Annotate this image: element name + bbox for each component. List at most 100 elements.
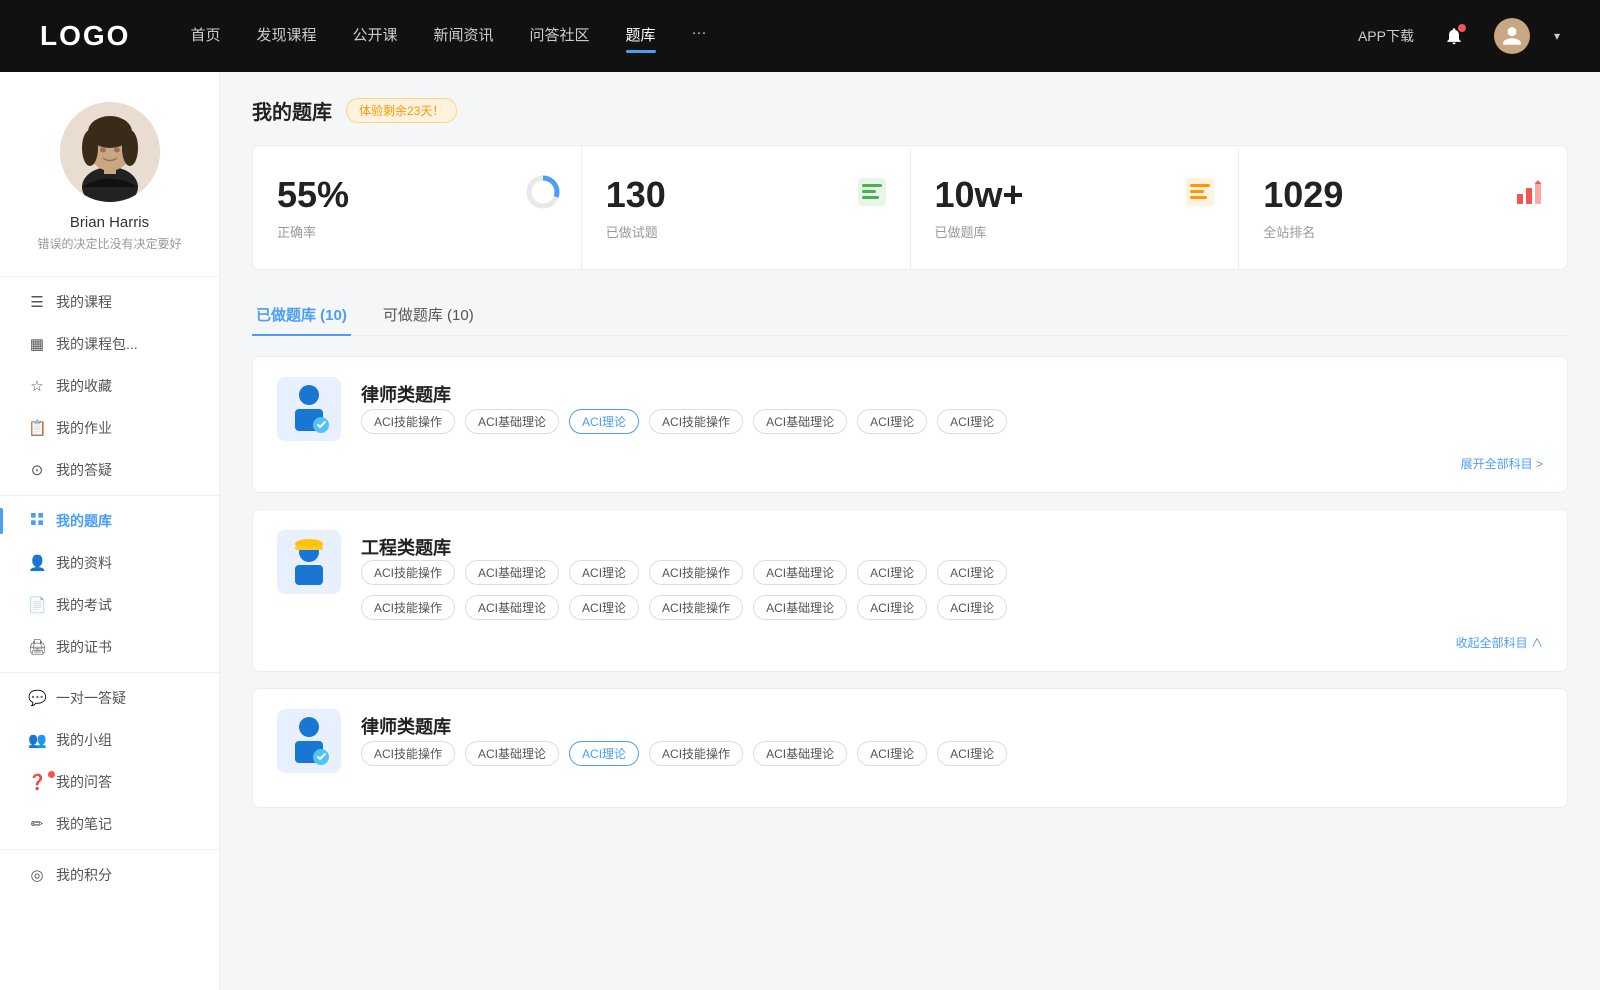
- notes-icon: ✏: [28, 815, 46, 833]
- sidebar-item-favorites[interactable]: ☆ 我的收藏: [0, 365, 219, 407]
- tag-4[interactable]: ACI基础理论: [753, 409, 847, 434]
- stat-done-questions: 130 已做试题: [582, 146, 911, 269]
- sidebar-item-exam[interactable]: 📄 我的考试: [0, 584, 219, 626]
- stat-done-banks: 10w+ 已做题库: [911, 146, 1240, 269]
- nav-news[interactable]: 新闻资讯: [434, 24, 494, 49]
- qa-icon: ⊙: [28, 461, 46, 479]
- notification-bell[interactable]: [1438, 20, 1470, 52]
- eng-tag-3[interactable]: ACI技能操作: [649, 560, 743, 585]
- qb-title-engineer: 工程类题库: [361, 530, 1543, 560]
- sidebar-label-exam: 我的考试: [56, 595, 112, 615]
- tab-available-banks[interactable]: 可做题库 (10): [379, 294, 478, 335]
- sidebar-item-profile[interactable]: 👤 我的资料: [0, 542, 219, 584]
- qb-title-lawyer-2: 律师类题库: [361, 709, 1007, 739]
- navbar: LOGO 首页 发现课程 公开课 新闻资讯 问答社区 题库 ··· APP下载 …: [0, 0, 1600, 72]
- sidebar-label-my-course: 我的课程: [56, 292, 112, 312]
- user-avatar-circle: [60, 102, 160, 202]
- l2-tag-0[interactable]: ACI技能操作: [361, 741, 455, 766]
- tag-6[interactable]: ACI理论: [937, 409, 1007, 434]
- eng-tag-0[interactable]: ACI技能操作: [361, 560, 455, 585]
- nav-open-course[interactable]: 公开课: [352, 24, 397, 49]
- course-icon: ☰: [28, 293, 46, 311]
- stat-label-done-banks: 已做题库: [935, 222, 1215, 241]
- package-icon: ▦: [28, 335, 46, 353]
- sidebar-item-homework[interactable]: 📋 我的作业: [0, 407, 219, 449]
- eng-tag-6[interactable]: ACI理论: [937, 560, 1007, 585]
- eng-tag-r2-4[interactable]: ACI基础理论: [753, 595, 847, 620]
- qb-tags-engineer-row2: ACI技能操作 ACI基础理论 ACI理论 ACI技能操作 ACI基础理论 AC…: [361, 595, 1543, 620]
- nav-discover[interactable]: 发现课程: [256, 24, 316, 49]
- stat-label-site-rank: 全站排名: [1263, 222, 1543, 241]
- l2-tag-2-selected[interactable]: ACI理论: [569, 741, 639, 766]
- tab-done-banks[interactable]: 已做题库 (10): [252, 294, 351, 335]
- app-download-button[interactable]: APP下载: [1358, 26, 1414, 46]
- eng-tag-r2-1[interactable]: ACI基础理论: [465, 595, 559, 620]
- eng-tag-r2-3[interactable]: ACI技能操作: [649, 595, 743, 620]
- tag-0[interactable]: ACI技能操作: [361, 409, 455, 434]
- sidebar-item-one-on-one[interactable]: 💬 一对一答疑: [0, 677, 219, 719]
- sidebar-divider-4: [0, 849, 219, 850]
- nav-question-bank[interactable]: 题库: [626, 24, 656, 49]
- list-orange-icon: [1184, 176, 1216, 208]
- stat-icon-done-banks: [1182, 174, 1218, 210]
- collapse-engineer[interactable]: 收起全部科目 ∧: [277, 634, 1543, 651]
- qb-card-header-lawyer-2: 律师类题库 ACI技能操作 ACI基础理论 ACI理论 ACI技能操作 ACI基…: [277, 709, 1543, 773]
- stat-value-correct-rate: 55%: [277, 174, 557, 216]
- sidebar-item-my-qa[interactable]: ❓ 我的问答: [0, 761, 219, 803]
- eng-tag-2[interactable]: ACI理论: [569, 560, 639, 585]
- qb-title-lawyer-1: 律师类题库: [361, 377, 1007, 407]
- eng-tag-r2-5[interactable]: ACI理论: [857, 595, 927, 620]
- stat-value-site-rank: 1029: [1263, 174, 1543, 216]
- qb-icon-engineer: [277, 530, 341, 594]
- eng-tag-r2-6[interactable]: ACI理论: [937, 595, 1007, 620]
- star-icon: ☆: [28, 377, 46, 395]
- qb-card-content-lawyer-2: 律师类题库 ACI技能操作 ACI基础理论 ACI理论 ACI技能操作 ACI基…: [361, 709, 1007, 766]
- eng-tag-4[interactable]: ACI基础理论: [753, 560, 847, 585]
- tag-1[interactable]: ACI基础理论: [465, 409, 559, 434]
- nav-home[interactable]: 首页: [190, 24, 220, 49]
- stat-icon-site-rank: [1511, 174, 1547, 210]
- bar-chart-icon: [1513, 176, 1545, 208]
- question-bank-icon: [28, 511, 46, 531]
- eng-tag-r2-2[interactable]: ACI理论: [569, 595, 639, 620]
- sidebar-item-question-bank[interactable]: 我的题库: [0, 500, 219, 542]
- tag-2-selected[interactable]: ACI理论: [569, 409, 639, 434]
- sidebar-item-qa[interactable]: ⊙ 我的答疑: [0, 449, 219, 491]
- l2-tag-5[interactable]: ACI理论: [857, 741, 927, 766]
- l2-tag-1[interactable]: ACI基础理论: [465, 741, 559, 766]
- sidebar: Brian Harris 错误的决定比没有决定要好 ☰ 我的课程 ▦ 我的课程包…: [0, 72, 220, 990]
- eng-tag-5[interactable]: ACI理论: [857, 560, 927, 585]
- exam-icon: 📄: [28, 596, 46, 614]
- stat-value-done-banks: 10w+: [935, 174, 1215, 216]
- qb-card-content-engineer: 工程类题库 ACI技能操作 ACI基础理论 ACI理论 ACI技能操作 ACI基…: [361, 530, 1543, 620]
- expand-lawyer-1[interactable]: 展开全部科目 >: [277, 455, 1543, 472]
- sidebar-item-my-course[interactable]: ☰ 我的课程: [0, 281, 219, 323]
- eng-tag-r2-0[interactable]: ACI技能操作: [361, 595, 455, 620]
- nav-qa[interactable]: 问答社区: [530, 24, 590, 49]
- nav-more[interactable]: ···: [692, 24, 707, 49]
- sidebar-item-points[interactable]: ◎ 我的积分: [0, 854, 219, 896]
- l2-tag-4[interactable]: ACI基础理论: [753, 741, 847, 766]
- sidebar-item-group[interactable]: 👥 我的小组: [0, 719, 219, 761]
- sidebar-label-question-bank: 我的题库: [56, 511, 112, 531]
- qb-card-lawyer-1: 律师类题库 ACI技能操作 ACI基础理论 ACI理论 ACI技能操作 ACI基…: [252, 356, 1568, 493]
- sidebar-item-course-package[interactable]: ▦ 我的课程包...: [0, 323, 219, 365]
- sidebar-item-certificate[interactable]: 🖨 我的证书: [0, 626, 219, 668]
- engineer-figure-icon: [285, 536, 333, 588]
- sidebar-item-notes[interactable]: ✏ 我的笔记: [0, 803, 219, 845]
- stat-icon-done-questions: [854, 174, 890, 210]
- user-avatar[interactable]: [1494, 18, 1530, 54]
- sidebar-label-certificate: 我的证书: [56, 637, 112, 657]
- l2-tag-3[interactable]: ACI技能操作: [649, 741, 743, 766]
- l2-tag-6[interactable]: ACI理论: [937, 741, 1007, 766]
- trial-badge: 体验剩余23天！: [346, 98, 457, 123]
- user-dropdown-arrow[interactable]: ▾: [1554, 29, 1560, 43]
- notification-dot: [1458, 24, 1466, 32]
- tag-5[interactable]: ACI理论: [857, 409, 927, 434]
- eng-tag-1[interactable]: ACI基础理论: [465, 560, 559, 585]
- tag-3[interactable]: ACI技能操作: [649, 409, 743, 434]
- tabs-row: 已做题库 (10) 可做题库 (10): [252, 294, 1568, 336]
- stat-correct-rate: 55% 正确率: [253, 146, 582, 269]
- sidebar-label-one-on-one: 一对一答疑: [56, 688, 126, 708]
- qb-card-engineer: 工程类题库 ACI技能操作 ACI基础理论 ACI理论 ACI技能操作 ACI基…: [252, 509, 1568, 672]
